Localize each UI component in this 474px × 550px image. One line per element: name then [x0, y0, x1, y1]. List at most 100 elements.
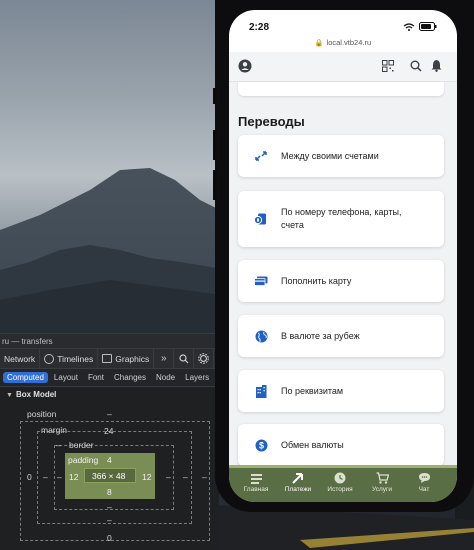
bottom-tab-bar: Главная Платежи История Услуги Чат [229, 465, 457, 502]
address-bar[interactable]: 🔒 local.vtb24.ru [229, 38, 457, 47]
card-phone-card-account[interactable]: По номеру телефона, карты, счета [238, 191, 444, 247]
card-label: Обмен валюты [281, 439, 344, 450]
subtab-layers[interactable]: Layers [181, 372, 213, 383]
arrows-icon [255, 151, 267, 161]
more-tabs-button[interactable]: » [154, 348, 175, 369]
building-icon [256, 384, 267, 398]
tab-chat[interactable]: Чат [404, 471, 444, 493]
url-text: local.vtb24.ru [326, 38, 372, 47]
subtab-layout[interactable]: Layout [50, 372, 82, 383]
card-label: В валюте за рубеж [281, 330, 360, 341]
disclosure-triangle-icon: ▼ [6, 392, 13, 399]
padding-label: padding [68, 455, 99, 465]
tab-home-label: Главная [243, 486, 269, 493]
position-right-value: – [202, 472, 207, 482]
tab-timelines-label: Timelines [57, 353, 94, 364]
inspector-window-title: ru — transfers [0, 334, 219, 349]
search-icon[interactable] [174, 348, 195, 369]
tab-network[interactable]: Network [0, 348, 41, 369]
card-currency-exchange[interactable]: $ Обмен валюты [238, 424, 444, 466]
payments-icon [292, 473, 303, 484]
border-dash-left: – [56, 440, 61, 450]
tab-services-label: Услуги [372, 486, 392, 493]
phone-volume-down-button [213, 170, 217, 200]
lock-icon: 🔒 [314, 40, 324, 47]
margin-top-value: 24 [104, 426, 114, 436]
cart-icon [376, 472, 389, 484]
box-model-title: Box Model [15, 390, 57, 399]
card-label: Между своими счетами [281, 150, 379, 161]
phone-volume-up-button [213, 130, 217, 160]
tab-services[interactable]: Услуги [362, 471, 402, 493]
home-icon [250, 473, 262, 484]
subtab-font[interactable]: Font [84, 372, 108, 383]
app-header [229, 52, 457, 82]
qr-code-icon[interactable] [382, 60, 394, 72]
card-label: По реквизитам [281, 385, 344, 396]
tab-network-label: Network [4, 353, 36, 364]
position-label: position [27, 409, 57, 419]
status-icons [403, 22, 437, 31]
card-foreign-currency[interactable]: В валюте за рубеж [238, 315, 444, 357]
tab-history-label: История [327, 486, 353, 493]
tab-home[interactable]: Главная [236, 471, 276, 493]
card-label: По номеру телефона, карты, счета [281, 207, 402, 230]
chat-icon [418, 473, 430, 483]
content-size-value: 366 × 48 [92, 471, 126, 481]
gear-icon[interactable] [194, 348, 215, 369]
padding-bottom-value: 8 [107, 487, 112, 497]
card-label: Пополнить карту [281, 275, 352, 286]
card-own-accounts[interactable]: Между своими счетами [238, 135, 444, 177]
padding-top-value: 4 [107, 455, 112, 465]
inspector-subtabs: Computed Layout Font Changes Node Layers [0, 369, 219, 387]
position-top-value: – [107, 409, 112, 419]
card-by-details[interactable]: По реквизитам [238, 370, 444, 412]
margin-label: margin [41, 425, 67, 435]
subtab-node[interactable]: Node [152, 372, 179, 383]
search-icon[interactable] [410, 60, 422, 72]
subtab-changes[interactable]: Changes [110, 372, 150, 383]
bell-icon[interactable] [431, 59, 442, 72]
border-left-value: – [57, 472, 62, 482]
border-label: border [69, 440, 94, 450]
tab-timelines[interactable]: Timelines [40, 348, 99, 369]
card-top-up-card[interactable]: Пополнить карту [238, 260, 444, 302]
battery-icon [419, 22, 437, 31]
dollar-icon: $ [255, 439, 267, 451]
graphics-icon [102, 354, 113, 363]
tab-graphics-label: Graphics [115, 353, 150, 364]
position-bottom-value: 0 [107, 533, 112, 543]
margin-bottom-value: – [107, 515, 112, 525]
phone-card-icon [254, 213, 266, 225]
box-model-section-header[interactable]: ▼ Box Model [0, 387, 219, 403]
history-icon [334, 472, 346, 484]
inspector-tabbar: Network Timelines Graphics » [0, 348, 219, 369]
margin-left-value: – [43, 472, 48, 482]
border-right-value: – [166, 472, 171, 482]
phone-screen: 2:28 🔒 local.vtb24.ru Переводы Между свои… [229, 10, 457, 502]
border-bottom-value: – [107, 502, 112, 512]
wifi-icon [403, 22, 415, 31]
card-icon [254, 276, 268, 286]
padding-left-value: 12 [69, 472, 79, 482]
status-bar: 2:28 [229, 10, 457, 40]
tab-graphics[interactable]: Graphics [98, 348, 155, 369]
web-inspector-panel: ru — transfers Network Timelines Graphic… [0, 333, 219, 550]
globe-icon [255, 330, 267, 342]
subtab-computed[interactable]: Computed [3, 372, 48, 383]
status-time: 2:28 [249, 22, 270, 33]
svg-text:$: $ [258, 440, 263, 450]
padding-right-value: 12 [142, 472, 152, 482]
margin-right-value: – [183, 472, 188, 482]
timelines-icon [44, 353, 55, 364]
tab-chat-label: Чат [418, 486, 430, 493]
tab-history[interactable]: История [320, 471, 360, 493]
phone-side-button [213, 88, 217, 104]
tab-payments-label: Платежи [284, 486, 312, 493]
profile-icon[interactable] [238, 59, 252, 73]
previous-card-edge [238, 82, 444, 96]
page-title: Переводы [238, 114, 305, 129]
position-left-value: 0 [27, 472, 32, 482]
tab-payments[interactable]: Платежи [278, 471, 318, 493]
main-content: Переводы Между своими счетами По номеру … [229, 82, 457, 477]
